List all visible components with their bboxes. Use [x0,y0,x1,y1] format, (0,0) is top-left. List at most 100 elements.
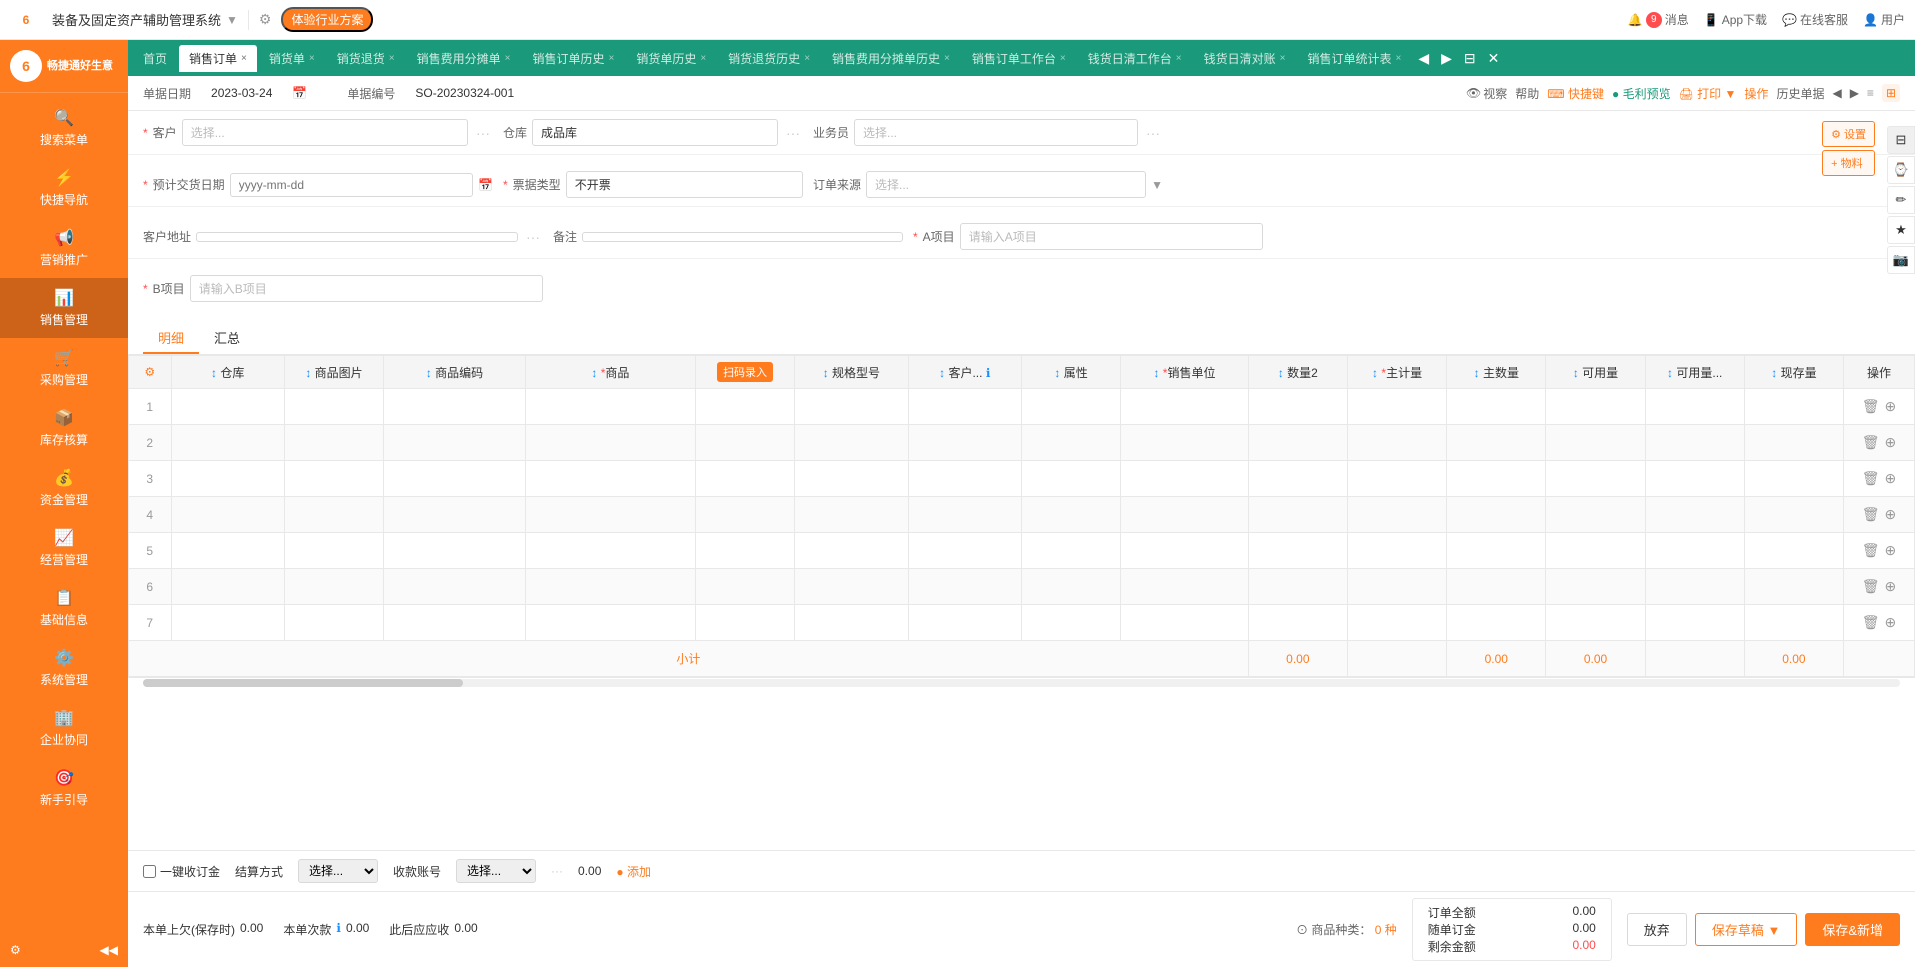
row1-unit[interactable] [1121,389,1249,425]
receipt-no-select[interactable]: 选择... [456,859,536,883]
tab-fee-split-history-close[interactable]: × [944,53,950,64]
th-warehouse[interactable]: ↕ 仓库 [171,356,284,389]
row7-current-stock[interactable] [1744,605,1843,641]
delivery-input[interactable] [230,173,473,197]
row6-customer-code[interactable] [908,569,1021,605]
th-main-qty[interactable]: ↕ 主数量 [1447,356,1546,389]
row1-available[interactable] [1546,389,1645,425]
print-action[interactable]: 🖨 打印 ▼ [1679,85,1737,102]
row1-main-qty[interactable] [1447,389,1546,425]
nav-next[interactable]: ▶ [1850,86,1859,100]
row3-spec[interactable] [795,461,908,497]
row5-current-stock[interactable] [1744,533,1843,569]
tab-fee-split-history[interactable]: 销售费用分摊单历史 × [822,45,960,72]
th-customer-code[interactable]: ↕ 客户... ℹ [908,356,1021,389]
row2-main-qty[interactable] [1447,425,1546,461]
row4-image[interactable] [284,497,383,533]
row5-attribute[interactable] [1021,533,1120,569]
settings-btn[interactable]: ⚙ 设置 [1822,121,1875,147]
row1-attribute[interactable] [1021,389,1120,425]
product-count-icon[interactable]: ⊙ [1296,923,1308,937]
row4-main-unit[interactable] [1347,497,1446,533]
help-action[interactable]: 帮助 [1515,85,1539,102]
row3-customer-code[interactable] [908,461,1021,497]
sidebar-item-basic[interactable]: 📋 基础信息 [0,578,128,638]
th-current-stock[interactable]: ↕ 现存量 [1744,356,1843,389]
row1-qty2[interactable] [1248,389,1347,425]
row7-available2[interactable] [1645,605,1744,641]
row2-qty2[interactable] [1248,425,1347,461]
tab-stats-close[interactable]: × [1395,53,1401,64]
tab-order-history-close[interactable]: × [608,53,614,64]
one-click-checkbox-input[interactable] [143,865,156,878]
row3-unit[interactable] [1121,461,1249,497]
row4-code[interactable] [384,497,526,533]
row2-product[interactable] [525,425,695,461]
tab-next-btn[interactable]: ▶ [1436,48,1457,69]
one-click-checkbox[interactable]: 一键收订金 [143,863,220,880]
row7-spec[interactable] [795,605,908,641]
tab-detail[interactable]: 明细 [143,323,199,354]
row7-code[interactable] [384,605,526,641]
address-input[interactable] [196,232,518,242]
row7-customer-code[interactable] [908,605,1021,641]
row4-available[interactable] [1546,497,1645,533]
th-product[interactable]: ↕ *商品 [525,356,695,389]
tab-order-history[interactable]: 销售订单历史 × [522,45,624,72]
row3-current-stock[interactable] [1744,461,1843,497]
draft-button[interactable]: 保存草稿 ▼ [1695,913,1798,946]
tab-sales-return[interactable]: 销货退货 × [327,45,405,72]
history-action[interactable]: 历史单据 [1776,85,1824,102]
row6-attribute[interactable] [1021,569,1120,605]
draft-arrow-icon[interactable]: ▼ [1767,923,1780,938]
row6-image[interactable] [284,569,383,605]
row1-available2[interactable] [1645,389,1744,425]
th-code[interactable]: ↕ 商品编码 [384,356,526,389]
discard-button[interactable]: 放弃 [1627,913,1687,946]
th-spec[interactable]: ↕ 规格型号 [795,356,908,389]
row3-copy-icon[interactable]: ⊕ [1885,470,1897,487]
materials-btn[interactable]: + 物料 [1822,150,1875,176]
tab-workbench-close[interactable]: × [1060,53,1066,64]
row2-main-unit[interactable] [1347,425,1446,461]
row6-available[interactable] [1546,569,1645,605]
row1-customer-code[interactable] [908,389,1021,425]
row5-unit[interactable] [1121,533,1249,569]
row7-attribute[interactable] [1021,605,1120,641]
row3-warehouse[interactable] [171,461,284,497]
row3-image[interactable] [284,461,383,497]
row2-code[interactable] [384,425,526,461]
row1-code[interactable] [384,389,526,425]
sidebar-item-system[interactable]: ⚙️ 系统管理 [0,638,128,698]
order-source-select[interactable]: 选择... [866,171,1146,198]
customer-input[interactable]: 选择... [182,119,468,146]
row6-copy-icon[interactable]: ⊕ [1885,578,1897,595]
row7-delete-icon[interactable]: 🗑 [1862,614,1880,631]
address-more[interactable]: ··· [523,229,543,245]
sidebar-item-marketing[interactable]: 📢 营销推广 [0,218,128,278]
warehouse-input[interactable]: 成品库 [532,119,778,146]
salesperson-more[interactable]: ··· [1143,125,1163,141]
row2-copy-icon[interactable]: ⊕ [1885,434,1897,451]
salesperson-input[interactable]: 选择... [854,119,1138,146]
row5-spec[interactable] [795,533,908,569]
sidebar-item-sales[interactable]: 📊 销售管理 [0,278,128,338]
tab-reconcile-close[interactable]: × [1280,53,1286,64]
invoice-select[interactable]: 不开票 [566,171,803,198]
row4-warehouse[interactable] [171,497,284,533]
th-attribute[interactable]: ↕ 属性 [1021,356,1120,389]
tab-fee-split-close[interactable]: × [505,53,511,64]
row3-attribute[interactable] [1021,461,1120,497]
row6-current-stock[interactable] [1744,569,1843,605]
row3-delete-icon[interactable]: 🗑 [1862,470,1880,487]
industry-badge[interactable]: 体验行业方案 [281,7,373,32]
row4-available2[interactable] [1645,497,1744,533]
row5-main-unit[interactable] [1347,533,1446,569]
view-action[interactable]: 👁 视察 [1466,85,1507,102]
row6-qty2[interactable] [1248,569,1347,605]
row3-main-unit[interactable] [1347,461,1446,497]
row5-available[interactable] [1546,533,1645,569]
row5-main-qty[interactable] [1447,533,1546,569]
th-qty2[interactable]: ↕ 数量2 [1248,356,1347,389]
row1-main-unit[interactable] [1347,389,1446,425]
